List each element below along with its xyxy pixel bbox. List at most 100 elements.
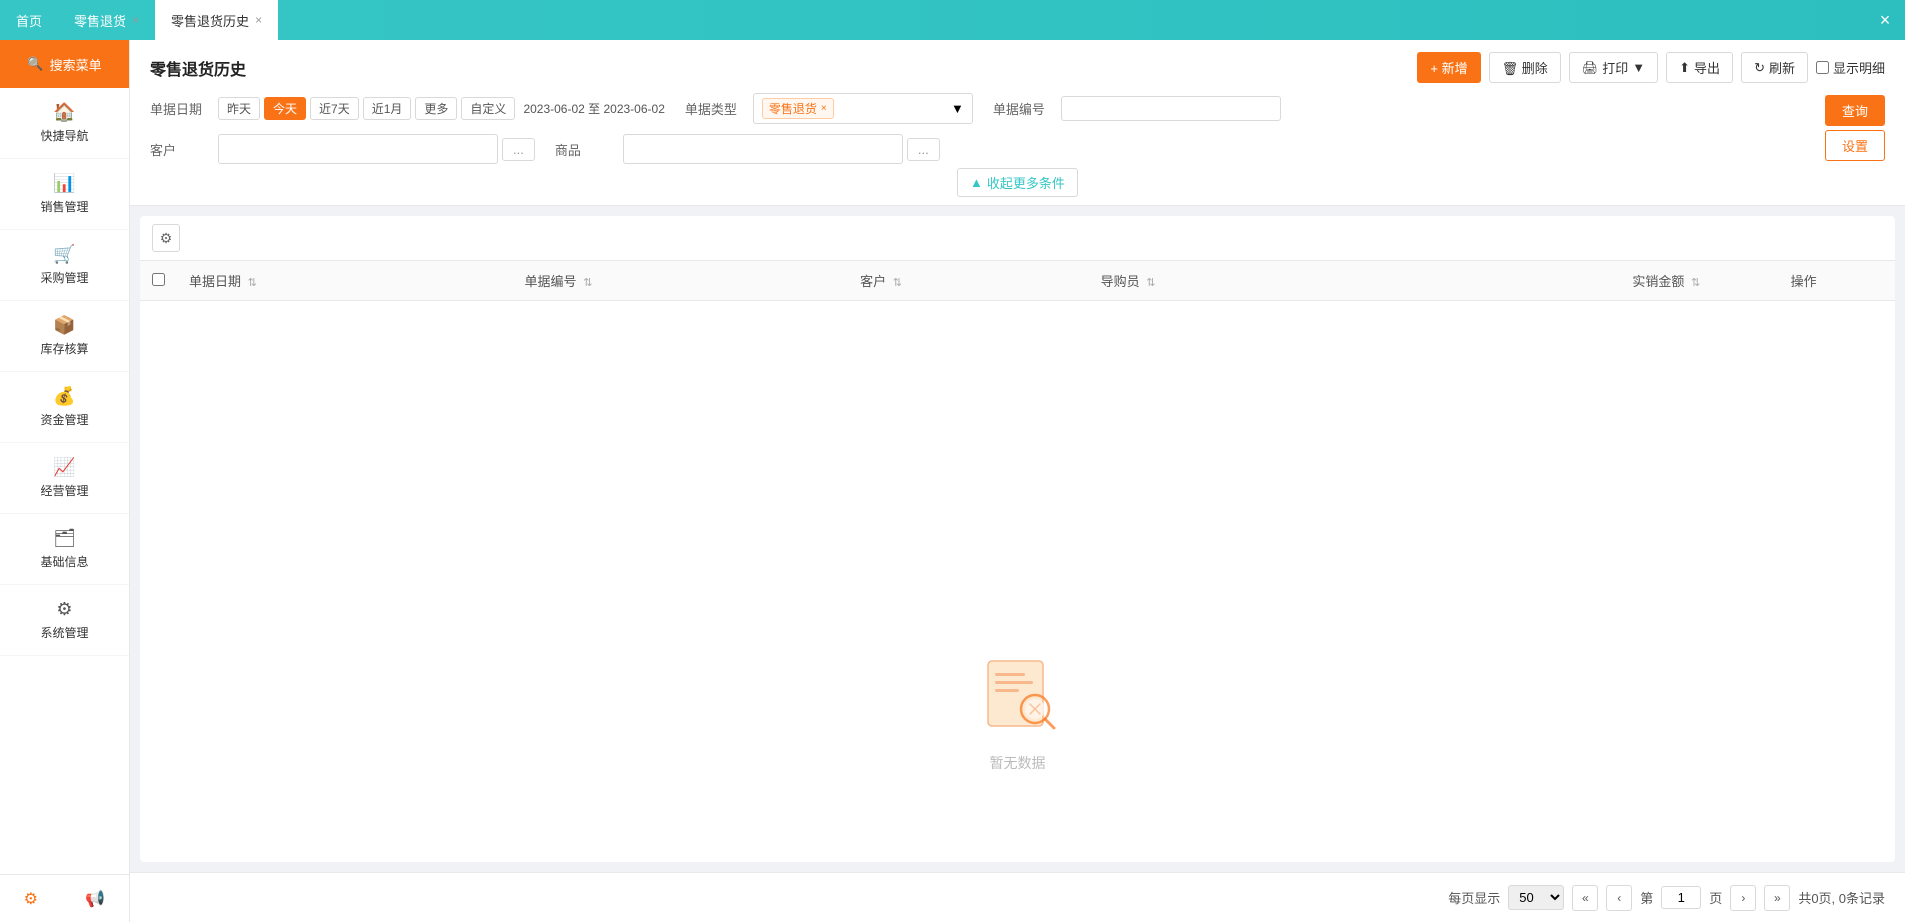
per-page-select[interactable]: 50 10 20 100 xyxy=(1508,885,1564,910)
th-ops-label: 操作 xyxy=(1791,274,1817,289)
goods-ellipsis-button[interactable]: ... xyxy=(907,138,940,161)
doc-no-label: 单据编号 xyxy=(993,99,1053,118)
operations-icon: 📈 xyxy=(53,457,75,478)
th-doc-no-label: 单据编号 xyxy=(525,274,577,289)
date-filter: 单据日期 昨天 今天 近7天 近1月 更多 自定义 2023-06-02 至 2… xyxy=(150,97,665,120)
sidebar-speaker-icon[interactable]: 📢 xyxy=(85,889,105,909)
print-button[interactable]: 🖨 打印 ▼ xyxy=(1569,52,1658,83)
page-text: 第 xyxy=(1640,888,1653,907)
sidebar-item-sales[interactable]: 📊 销售管理 xyxy=(0,159,129,230)
doc-type-tag-close[interactable]: × xyxy=(821,103,827,114)
customer-input[interactable] xyxy=(218,134,498,164)
filter-collapse-row: ▲ 收起更多条件 xyxy=(150,164,1885,205)
table-toolbar: ⚙ xyxy=(140,216,1895,261)
sidebar-menu: 🏠 快捷导航 📊 销售管理 🛒 采购管理 📦 库存核算 💰 资金管理 📈 xyxy=(0,88,129,874)
doc-type-tag-text: 零售退货 xyxy=(769,100,817,117)
tab-retail-return[interactable]: 零售退货 × xyxy=(58,0,155,40)
sidebar-item-finance[interactable]: 💰 资金管理 xyxy=(0,372,129,443)
purchase-icon: 🛒 xyxy=(53,244,75,265)
page-number-input[interactable] xyxy=(1661,886,1701,909)
customer-ellipsis-button[interactable]: ... xyxy=(502,138,535,161)
window-close-button[interactable]: × xyxy=(1865,0,1905,40)
export-button[interactable]: ⬆ 导出 xyxy=(1666,52,1733,83)
add-button[interactable]: + 新增 xyxy=(1417,52,1480,83)
tab-home[interactable]: 首页 xyxy=(0,0,58,40)
sidebar-item-sales-label: 销售管理 xyxy=(40,198,88,215)
th-guide-label: 导购员 xyxy=(1101,274,1140,289)
page-next-button[interactable]: › xyxy=(1730,885,1756,911)
filter-area: 单据日期 昨天 今天 近7天 近1月 更多 自定义 2023-06-02 至 2… xyxy=(150,93,1885,205)
doc-date-sort-icon[interactable]: ⇅ xyxy=(248,277,257,289)
tab-retail-return-history[interactable]: 零售退货历史 × xyxy=(155,0,278,40)
show-detail-label: 显示明细 xyxy=(1833,58,1885,77)
filter-row-1: 单据日期 昨天 今天 近7天 近1月 更多 自定义 2023-06-02 至 2… xyxy=(150,93,1885,124)
sidebar: 🔍 搜索菜单 🏠 快捷导航 📊 销售管理 🛒 采购管理 📦 库存核算 💰 xyxy=(0,40,130,922)
date-range-text: 2023-06-02 至 2023-06-02 xyxy=(523,100,664,117)
tab-retail-return-close[interactable]: × xyxy=(132,13,139,27)
settings-button[interactable]: 设置 xyxy=(1825,130,1885,161)
delete-button[interactable]: 🗑 删除 xyxy=(1489,52,1561,83)
guide-sort-icon[interactable]: ⇅ xyxy=(1146,277,1155,289)
select-all-checkbox[interactable] xyxy=(152,273,165,286)
date-btn-today[interactable]: 今天 xyxy=(264,97,306,120)
page-first-button[interactable]: « xyxy=(1572,885,1598,911)
show-detail-input[interactable] xyxy=(1816,61,1829,74)
table-settings-icon[interactable]: ⚙ xyxy=(152,224,180,252)
page-title: 零售退货历史 xyxy=(150,56,246,80)
table-header: 单据日期 ⇅ 单据编号 ⇅ 客户 ⇅ xyxy=(140,261,1895,301)
sidebar-item-purchase[interactable]: 🛒 采购管理 xyxy=(0,230,129,301)
sidebar-settings-icon[interactable]: ⚙ xyxy=(24,889,38,909)
sidebar-item-basic-info[interactable]: 🗂 基础信息 xyxy=(0,514,129,585)
table-scroll: 单据日期 ⇅ 单据编号 ⇅ 客户 ⇅ xyxy=(140,261,1895,562)
date-btn-7days[interactable]: 近7天 xyxy=(310,97,359,120)
action-buttons-overlay: 查询 设置 xyxy=(1825,95,1885,161)
collapse-button[interactable]: ▲ 收起更多条件 xyxy=(957,168,1078,197)
doc-type-select[interactable]: 零售退货 × ▼ xyxy=(753,93,973,124)
sidebar-item-system[interactable]: ⚙ 系统管理 xyxy=(0,585,129,656)
date-btn-yesterday[interactable]: 昨天 xyxy=(218,97,260,120)
top-bar: 首页 零售退货 × 零售退货历史 × × xyxy=(0,0,1905,40)
query-button[interactable]: 查询 xyxy=(1825,95,1885,126)
page-header: 零售退货历史 + 新增 🗑 删除 🖨 打印 ▼ ⬆ 导出 ↻ xyxy=(130,40,1905,206)
page-actions: + 新增 🗑 删除 🖨 打印 ▼ ⬆ 导出 ↻ 刷新 xyxy=(1417,52,1885,83)
amount-sort-icon[interactable]: ⇅ xyxy=(1691,277,1700,289)
date-btn-more[interactable]: 更多 xyxy=(415,97,457,120)
page-prev-button[interactable]: ‹ xyxy=(1606,885,1632,911)
export-label: 导出 xyxy=(1694,58,1720,77)
doc-no-input[interactable] xyxy=(1061,96,1281,121)
home-icon: 🏠 xyxy=(53,102,75,123)
th-checkbox xyxy=(140,261,177,301)
date-buttons: 昨天 今天 近7天 近1月 更多 自定义 xyxy=(218,97,515,120)
date-btn-1month[interactable]: 近1月 xyxy=(363,97,412,120)
main-layout: 🔍 搜索菜单 🏠 快捷导航 📊 销售管理 🛒 采购管理 📦 库存核算 💰 xyxy=(0,40,1905,922)
tab-retail-return-history-close[interactable]: × xyxy=(255,13,262,27)
content-area: 零售退货历史 + 新增 🗑 删除 🖨 打印 ▼ ⬆ 导出 ↻ xyxy=(130,40,1905,922)
goods-input[interactable] xyxy=(623,134,903,164)
th-amount-label: 实销金额 xyxy=(1632,274,1684,289)
basic-info-icon: 🗂 xyxy=(53,528,76,549)
th-amount: 实销金额 ⇅ xyxy=(1377,261,1713,301)
doc-no-sort-icon[interactable]: ⇅ xyxy=(583,277,592,289)
th-doc-no: 单据编号 ⇅ xyxy=(513,261,849,301)
pagination-bar: 每页显示 50 10 20 100 « ‹ 第 页 › » 共0页, 0条记录 xyxy=(130,872,1905,922)
show-detail-checkbox[interactable]: 显示明细 xyxy=(1816,58,1885,77)
th-doc-date-label: 单据日期 xyxy=(189,274,241,289)
date-btn-custom[interactable]: 自定义 xyxy=(461,97,515,120)
sidebar-item-operations-label: 经营管理 xyxy=(40,482,88,499)
th-customer: 客户 ⇅ xyxy=(848,261,1089,301)
page-last-button[interactable]: » xyxy=(1764,885,1790,911)
inventory-icon: 📦 xyxy=(53,315,75,336)
th-doc-date: 单据日期 ⇅ xyxy=(177,261,513,301)
doc-type-filter: 单据类型 零售退货 × ▼ xyxy=(685,93,973,124)
doc-no-filter: 单据编号 xyxy=(993,96,1281,121)
sidebar-item-operations[interactable]: 📈 经营管理 xyxy=(0,443,129,514)
doc-type-dropdown-icon: ▼ xyxy=(951,101,964,116)
refresh-button[interactable]: ↻ 刷新 xyxy=(1741,52,1808,83)
refresh-icon: ↻ xyxy=(1754,60,1765,76)
sidebar-item-quick-nav[interactable]: 🏠 快捷导航 xyxy=(0,88,129,159)
empty-state: 暂无数据 xyxy=(140,562,1895,863)
collapse-icon: ▲ xyxy=(970,175,983,190)
sidebar-search-button[interactable]: 🔍 搜索菜单 xyxy=(0,40,129,88)
sidebar-item-inventory[interactable]: 📦 库存核算 xyxy=(0,301,129,372)
customer-sort-icon[interactable]: ⇅ xyxy=(893,277,902,289)
